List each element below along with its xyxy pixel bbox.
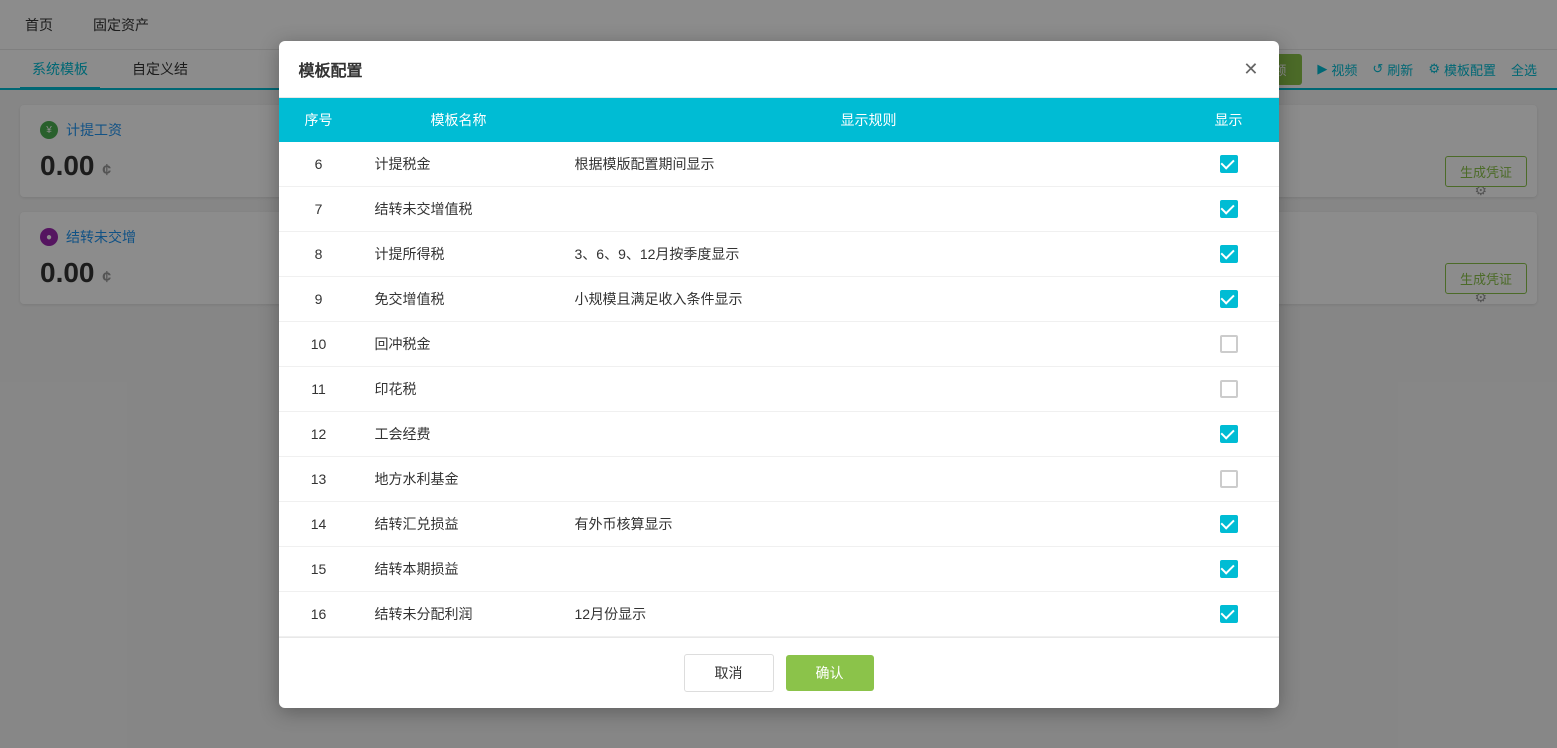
cell-checkbox [1179,321,1279,366]
cell-id: 14 [279,501,359,546]
table-row: 14结转汇兑损益有外币核算显示 [279,501,1279,546]
cell-checkbox [1179,546,1279,591]
cell-name: 工会经费 [359,411,559,456]
checkbox-9[interactable] [1220,290,1238,308]
cell-name: 计提所得税 [359,231,559,276]
cell-id: 6 [279,142,359,187]
cell-name: 免交增值税 [359,276,559,321]
table-row: 8计提所得税3、6、9、12月按季度显示 [279,231,1279,276]
cell-id: 16 [279,591,359,636]
confirm-button[interactable]: 确认 [786,655,874,691]
cell-id: 9 [279,276,359,321]
cell-rule [559,366,1179,411]
checkbox-12[interactable] [1220,425,1238,443]
cell-name: 结转未分配利润 [359,591,559,636]
cell-checkbox [1179,231,1279,276]
table-header-row: 序号 模板名称 显示规则 显示 [279,98,1279,142]
cell-name: 结转汇兑损益 [359,501,559,546]
table-row: 16结转未分配利润12月份显示 [279,591,1279,636]
cell-rule: 小规模且满足收入条件显示 [559,276,1179,321]
cell-id: 13 [279,456,359,501]
col-header-name: 模板名称 [359,98,559,142]
checkbox-7[interactable] [1220,200,1238,218]
cell-name: 地方水利基金 [359,456,559,501]
checkbox-15[interactable] [1220,560,1238,578]
cell-checkbox [1179,366,1279,411]
cell-name: 印花税 [359,366,559,411]
checkbox-11[interactable] [1220,380,1238,398]
modal-title: 模板配置 [299,57,363,81]
table-row: 10回冲税金 [279,321,1279,366]
close-icon[interactable]: ✕ [1243,60,1258,78]
cell-id: 10 [279,321,359,366]
cell-checkbox [1179,501,1279,546]
table-row: 9免交增值税小规模且满足收入条件显示 [279,276,1279,321]
checkbox-8[interactable] [1220,245,1238,263]
cell-name: 结转本期损益 [359,546,559,591]
modal-body: 序号 模板名称 显示规则 显示 6计提税金根据模版配置期间显示7结转未交增值税8… [279,98,1279,637]
cell-checkbox [1179,456,1279,501]
cell-id: 7 [279,186,359,231]
cell-rule: 有外币核算显示 [559,501,1179,546]
cell-rule: 3、6、9、12月按季度显示 [559,231,1179,276]
template-config-modal: 模板配置 ✕ 序号 模板名称 显示规则 显示 6计提税金根据模版配置期间显示7结… [279,41,1279,708]
col-header-rule: 显示规则 [559,98,1179,142]
checkbox-13[interactable] [1220,470,1238,488]
cell-name: 回冲税金 [359,321,559,366]
cell-rule: 根据模版配置期间显示 [559,142,1179,187]
cell-rule: 12月份显示 [559,591,1179,636]
cell-rule [559,411,1179,456]
checkbox-6[interactable] [1220,155,1238,173]
cell-name: 结转未交增值税 [359,186,559,231]
cell-id: 15 [279,546,359,591]
cell-rule [559,456,1179,501]
cell-checkbox [1179,591,1279,636]
cell-name: 计提税金 [359,142,559,187]
table-row: 12工会经费 [279,411,1279,456]
cell-id: 8 [279,231,359,276]
cell-id: 12 [279,411,359,456]
col-header-id: 序号 [279,98,359,142]
table-row: 7结转未交增值税 [279,186,1279,231]
checkbox-14[interactable] [1220,515,1238,533]
checkbox-10[interactable] [1220,335,1238,353]
cell-rule [559,186,1179,231]
cancel-button[interactable]: 取消 [684,654,774,692]
cell-checkbox [1179,411,1279,456]
table-row: 11印花税 [279,366,1279,411]
cell-checkbox [1179,276,1279,321]
checkbox-16[interactable] [1220,605,1238,623]
modal-footer: 取消 确认 [279,637,1279,708]
table-row: 15结转本期损益 [279,546,1279,591]
cell-rule [559,321,1179,366]
table-body: 6计提税金根据模版配置期间显示7结转未交增值税8计提所得税3、6、9、12月按季… [279,142,1279,637]
cell-id: 11 [279,366,359,411]
col-header-show: 显示 [1179,98,1279,142]
config-table: 序号 模板名称 显示规则 显示 6计提税金根据模版配置期间显示7结转未交增值税8… [279,98,1279,637]
table-row: 6计提税金根据模版配置期间显示 [279,142,1279,187]
cell-rule [559,546,1179,591]
modal-overlay: 模板配置 ✕ 序号 模板名称 显示规则 显示 6计提税金根据模版配置期间显示7结… [0,0,1557,748]
cell-checkbox [1179,186,1279,231]
cell-checkbox [1179,142,1279,187]
modal-header: 模板配置 ✕ [279,41,1279,98]
table-row: 13地方水利基金 [279,456,1279,501]
